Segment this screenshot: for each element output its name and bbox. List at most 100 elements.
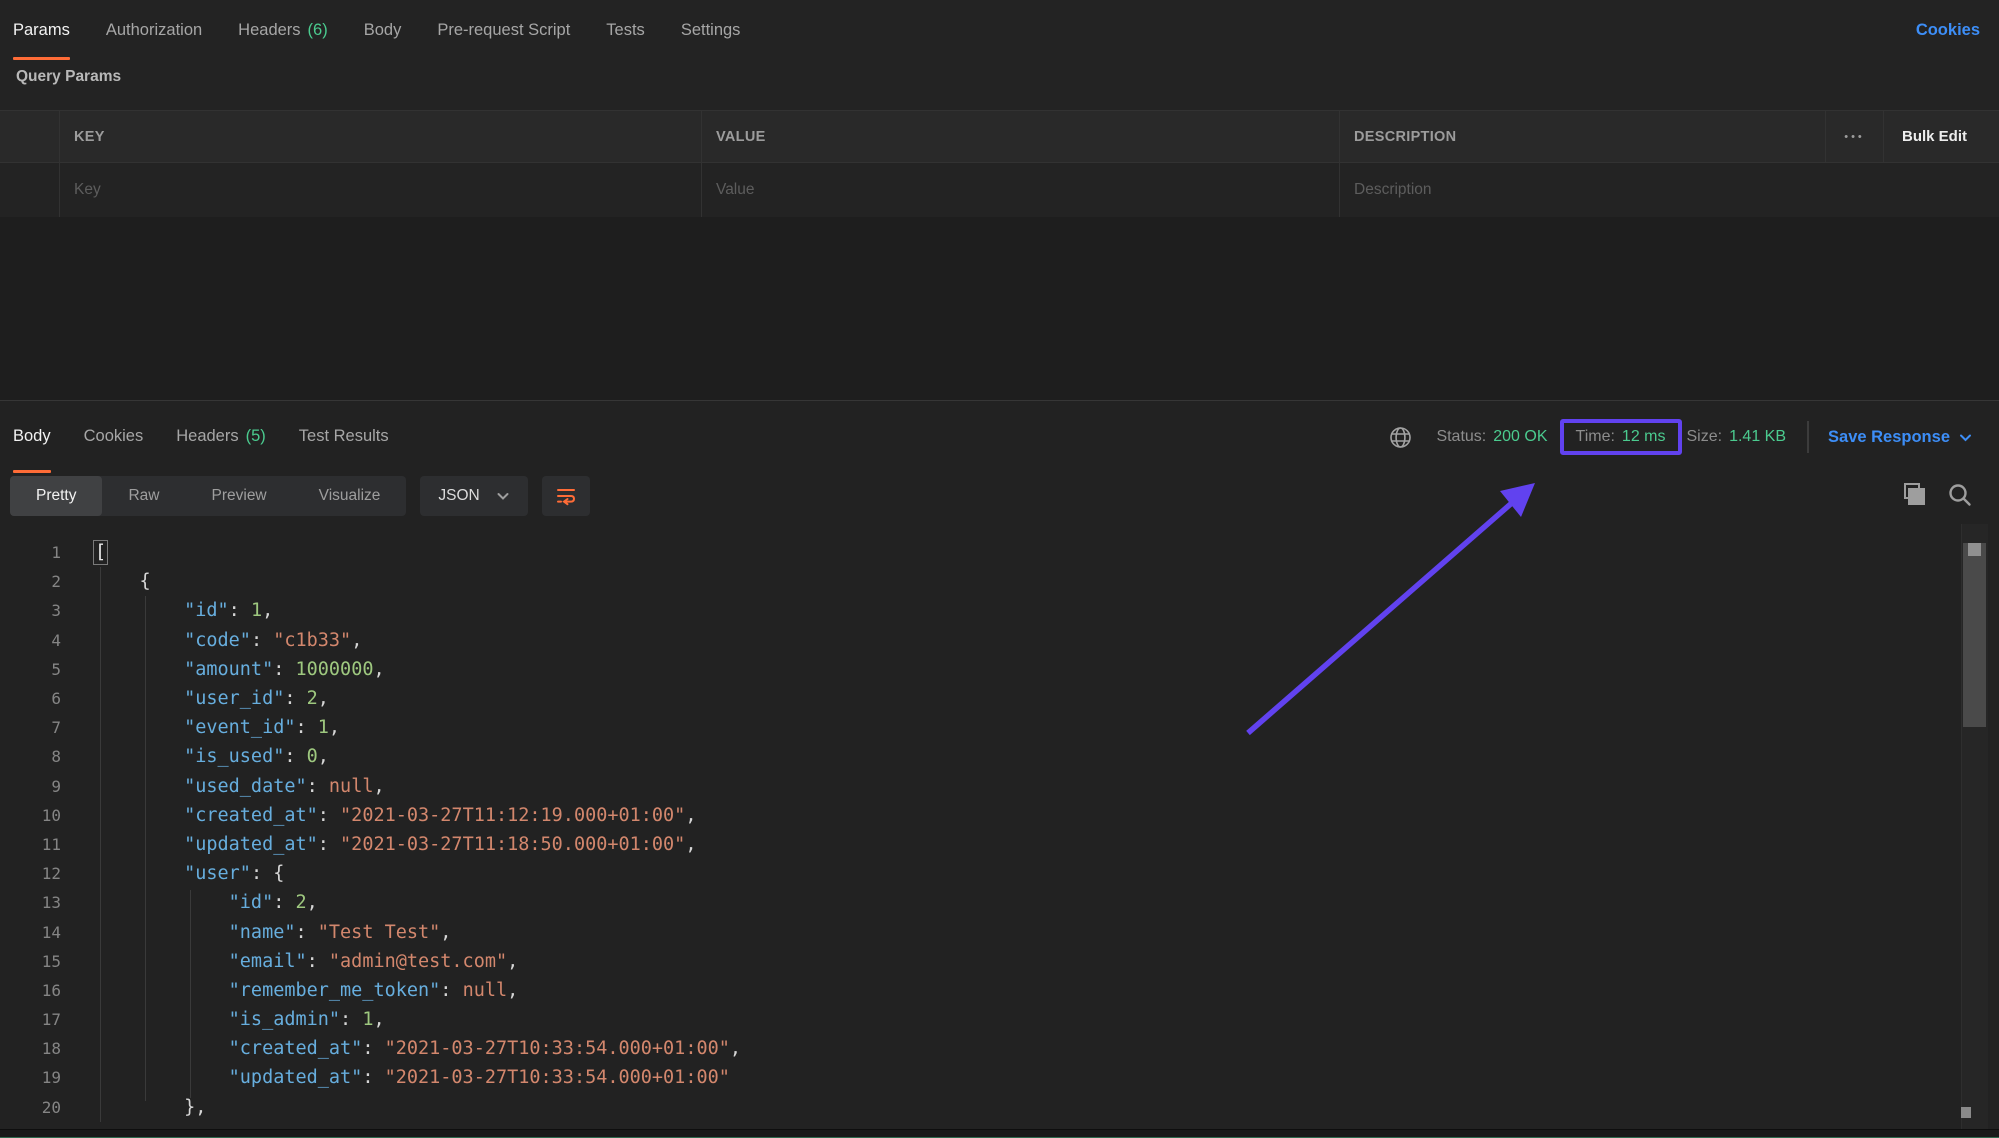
response-tab-cookies[interactable]: Cookies: [84, 400, 144, 473]
postman-request-view: Params Authorization Headers (6) Body Pre-req…: [0, 0, 1999, 1138]
globe-icon: [1389, 426, 1412, 449]
response-tab-body[interactable]: Body: [13, 400, 51, 473]
line-number: 14: [0, 923, 61, 942]
code-line: 12 "user": {: [0, 859, 1958, 888]
line-content: "created_at": "2021-03-27T10:33:54.000+0…: [95, 1038, 741, 1059]
request-tab-body[interactable]: Body: [364, 0, 402, 60]
tab-label: Test Results: [299, 427, 389, 446]
line-content: "used_date": null,: [95, 776, 385, 797]
param-description-input[interactable]: Description: [1354, 181, 1432, 199]
code-line: 15 "email": "admin@test.com",: [0, 947, 1958, 976]
bottom-edge-bar: [0, 1129, 1999, 1138]
line-number: 15: [0, 952, 61, 971]
code-line: 3 "id": 1,: [0, 596, 1958, 625]
search-icon[interactable]: [1947, 482, 1973, 508]
tab-label: Authorization: [106, 21, 202, 40]
response-tab-headers[interactable]: Headers(5): [176, 400, 266, 473]
more-options-icon[interactable]: •••: [1826, 111, 1884, 162]
indent-guide: [145, 596, 146, 1101]
request-tab-params[interactable]: Params: [13, 0, 70, 60]
code-line: 9 "used_date": null,: [0, 772, 1958, 801]
line-content: "id": 2,: [95, 892, 318, 913]
mode-raw[interactable]: Raw: [102, 476, 185, 516]
tab-label: Params: [13, 21, 70, 40]
line-content: "user_id": 2,: [95, 688, 329, 709]
chevron-down-icon: [1958, 430, 1973, 445]
tab-label: Tests: [606, 21, 645, 40]
vertical-scrollbar[interactable]: [1961, 524, 1988, 1129]
line-number: 2: [0, 572, 61, 591]
line-number: 13: [0, 893, 61, 912]
response-meta-bar: Status: 200 OK Time: 12 ms Size: 1.41 KB…: [1389, 404, 1973, 470]
line-number: 7: [0, 718, 61, 737]
chevron-down-icon: [496, 489, 510, 503]
code-line: 18 "created_at": "2021-03-27T10:33:54.00…: [0, 1034, 1958, 1063]
tab-label: Headers: [238, 21, 300, 40]
language-dropdown[interactable]: JSON: [420, 476, 527, 516]
code-line: 8 "is_used": 0,: [0, 742, 1958, 771]
line-content: "is_used": 0,: [95, 746, 329, 767]
request-tab-tests[interactable]: Tests: [606, 0, 645, 60]
line-number: 9: [0, 777, 61, 796]
select-all-cell[interactable]: [0, 111, 60, 162]
tab-label: Cookies: [84, 427, 144, 446]
mode-visualize[interactable]: Visualize: [293, 476, 407, 516]
params-input-row: Key Value Description: [0, 163, 1999, 217]
line-number: 5: [0, 660, 61, 679]
horizontal-scrollbar-thumb[interactable]: [1961, 1107, 1971, 1118]
line-number: 19: [0, 1068, 61, 1087]
code-line: 11 "updated_at": "2021-03-27T11:18:50.00…: [0, 830, 1958, 859]
code-line: 4 "code": "c1b33",: [0, 626, 1958, 655]
code-line: 20 },: [0, 1093, 1958, 1122]
response-tab-test-results[interactable]: Test Results: [299, 400, 389, 473]
mode-pretty[interactable]: Pretty: [10, 476, 102, 516]
size-label: Size:: [1687, 428, 1723, 446]
param-value-input[interactable]: Value: [716, 181, 755, 199]
line-number: 8: [0, 747, 61, 766]
tab-label: Body: [364, 21, 402, 40]
code-line: 10 "created_at": "2021-03-27T11:12:19.00…: [0, 801, 1958, 830]
request-pane-empty-area: [0, 217, 1999, 400]
tab-label: Pre-request Script: [437, 21, 570, 40]
time-value: 12 ms: [1622, 428, 1666, 446]
response-tab-bar: Body Cookies Headers(5) Test Results: [0, 400, 389, 473]
indent-guide: [100, 567, 101, 1122]
status-label: Status:: [1436, 428, 1486, 446]
line-number: 12: [0, 864, 61, 883]
line-number: 10: [0, 806, 61, 825]
wrap-lines-button[interactable]: [542, 476, 590, 516]
code-actions: [1903, 482, 1973, 508]
line-content: {: [95, 571, 151, 592]
param-key-input[interactable]: Key: [74, 181, 101, 199]
code-line: 5 "amount": 1000000,: [0, 655, 1958, 684]
status-value: 200 OK: [1493, 428, 1547, 446]
row-select-cell[interactable]: [0, 163, 60, 217]
code-line: 1[: [0, 538, 1958, 567]
line-content: "created_at": "2021-03-27T11:12:19.000+0…: [95, 805, 696, 826]
response-body-code: 1[2 {3 "id": 1,4 "code": "c1b33",5 "amou…: [0, 538, 1958, 1122]
save-response-button[interactable]: Save Response: [1828, 428, 1950, 447]
language-value: JSON: [438, 487, 479, 505]
response-viewer-toolbar: PrettyRawPreviewVisualize JSON: [10, 476, 590, 516]
code-line: 6 "user_id": 2,: [0, 684, 1958, 713]
tab-label: Body: [13, 427, 51, 446]
request-tab-pre-request-script[interactable]: Pre-request Script: [437, 0, 570, 60]
request-tab-authorization[interactable]: Authorization: [106, 0, 202, 60]
line-content: "amount": 1000000,: [95, 659, 385, 680]
cookies-link[interactable]: Cookies: [1916, 0, 1980, 60]
request-tab-settings[interactable]: Settings: [681, 0, 741, 60]
code-line: 16 "remember_me_token": null,: [0, 976, 1958, 1005]
mode-preview[interactable]: Preview: [186, 476, 293, 516]
line-number: 18: [0, 1039, 61, 1058]
request-tab-headers[interactable]: Headers (6): [238, 0, 328, 60]
query-params-title: Query Params: [16, 68, 121, 86]
line-content: "updated_at": "2021-03-27T11:18:50.000+0…: [95, 834, 696, 855]
scrollbar-thumb[interactable]: [1963, 543, 1986, 727]
tab-count-badge: (6): [308, 21, 328, 40]
bulk-edit-button[interactable]: Bulk Edit: [1884, 111, 1999, 162]
line-content: "code": "c1b33",: [95, 630, 362, 651]
copy-icon[interactable]: [1903, 482, 1929, 508]
line-number: 3: [0, 601, 61, 620]
code-line: 14 "name": "Test Test",: [0, 917, 1958, 946]
line-content: "user": {: [95, 863, 284, 884]
